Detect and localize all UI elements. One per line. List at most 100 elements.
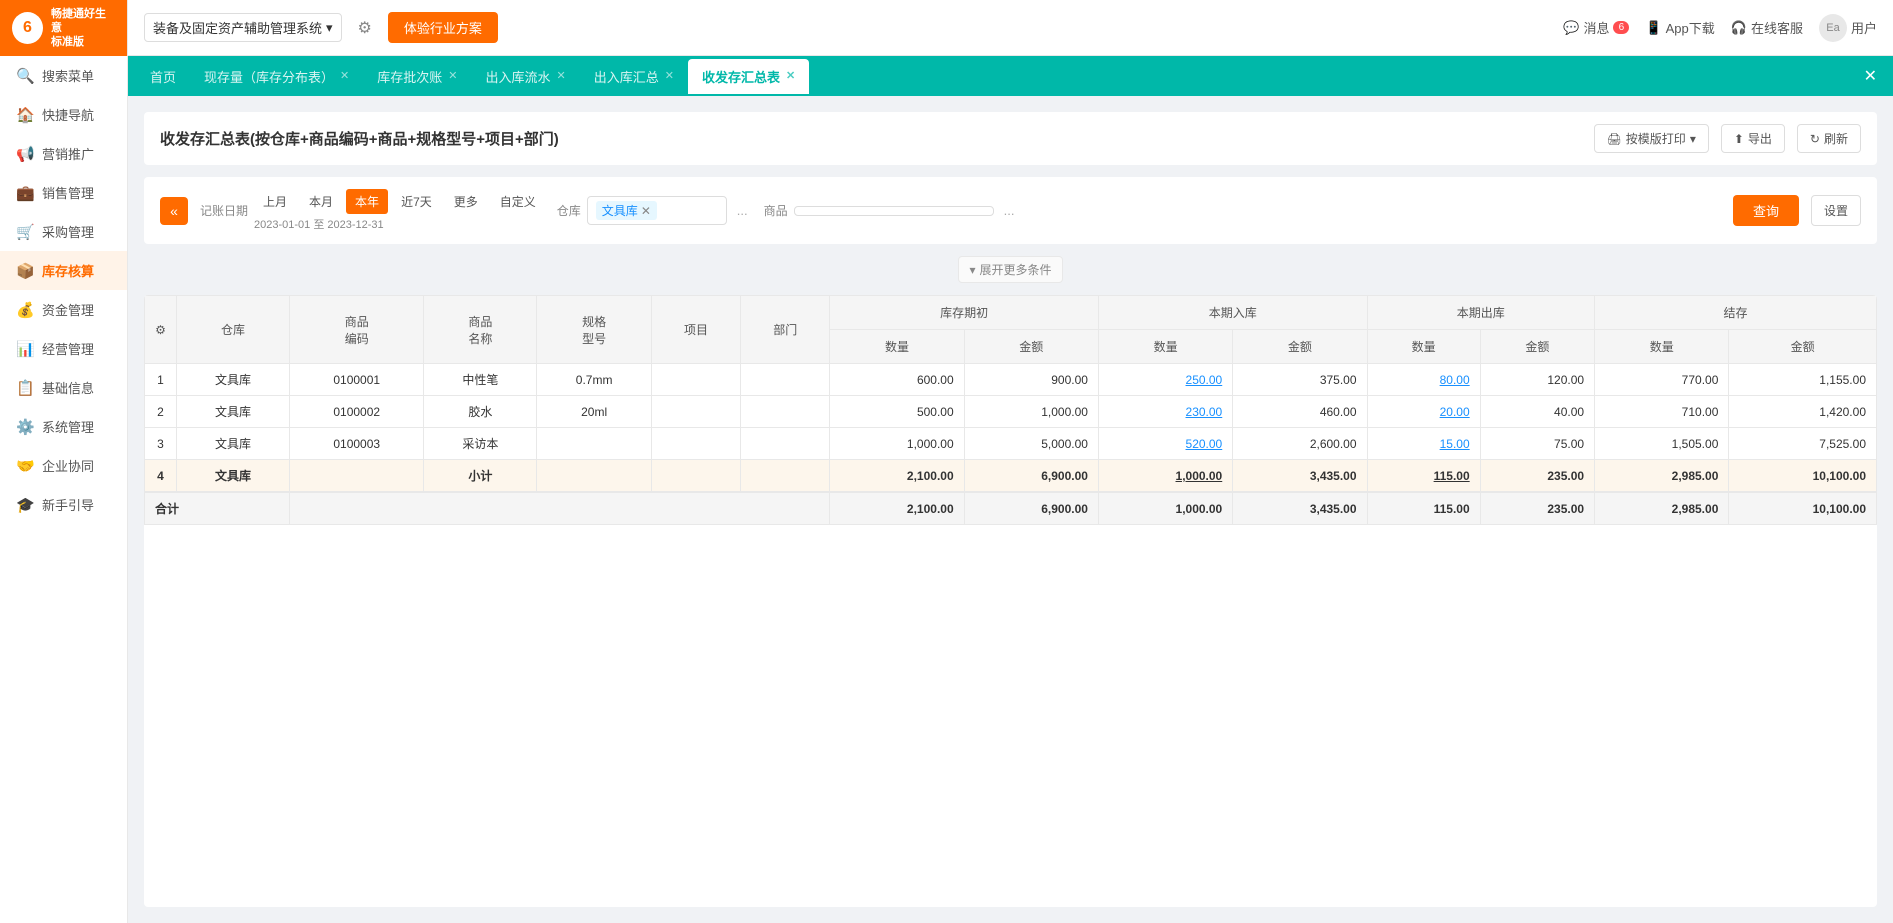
cell-index: 3	[145, 428, 177, 460]
th-in-amt: 金额	[1233, 330, 1367, 364]
topbar-right: 💬 消息 6 📱 App下载 🎧 在线客服 Ea 用户	[1563, 14, 1877, 42]
cell-out-qty[interactable]: 80.00	[1367, 364, 1480, 396]
cell-out-amt: 40.00	[1480, 396, 1594, 428]
tab-收发存汇总表[interactable]: 收发存汇总表 ✕	[688, 59, 809, 94]
tab-bar-close-btn[interactable]: ✕	[1856, 62, 1885, 90]
goods-filter-group: 商品 ...	[764, 202, 1019, 219]
cell-in-qty[interactable]: 520.00	[1098, 428, 1232, 460]
system-name: 装备及固定资产辅助管理系统	[153, 18, 322, 37]
system-selector[interactable]: 装备及固定资产辅助管理系统 ▾	[144, 13, 342, 42]
sidebar-item-经营管理[interactable]: 📊经营管理	[0, 329, 127, 368]
cell-in-amt: 2,600.00	[1233, 428, 1367, 460]
footer-balance-qty: 2,985.00	[1595, 492, 1729, 525]
headset-icon: 🎧	[1731, 20, 1747, 36]
cell-in-amt: 460.00	[1233, 396, 1367, 428]
tab-出入库汇总[interactable]: 出入库汇总 ✕	[580, 59, 688, 94]
app-download-btn[interactable]: 📱 App下载	[1645, 18, 1714, 37]
tab-close-icon[interactable]: ✕	[448, 71, 457, 82]
sidebar-item-资金管理[interactable]: 💰资金管理	[0, 290, 127, 329]
sidebar-item-label: 基础信息	[42, 378, 94, 397]
cell-dept	[741, 364, 830, 396]
sidebar-item-label: 新手引导	[42, 495, 94, 514]
cell-in-amt: 375.00	[1233, 364, 1367, 396]
cell-opening-qty: 2,100.00	[830, 460, 964, 493]
sidebar-item-库存核算[interactable]: 📦库存核算	[0, 251, 127, 290]
table-row: 3 文具库 0100003 采访本 1,000.00 5,000.00 520.…	[145, 428, 1877, 460]
goods-more-dots[interactable]: ...	[1000, 203, 1019, 218]
cell-balance-amt: 1,155.00	[1729, 364, 1877, 396]
tab-label: 现存量（库存分布表）	[204, 67, 334, 86]
try-btn[interactable]: 体验行业方案	[388, 12, 498, 43]
sidebar-icon: 🤝	[16, 457, 34, 475]
tab-现存量（库存分布表）[interactable]: 现存量（库存分布表） ✕	[190, 59, 363, 94]
cell-balance-amt: 1,420.00	[1729, 396, 1877, 428]
goods-label: 商品	[764, 202, 788, 219]
tab-首页[interactable]: 首页	[136, 59, 190, 94]
refresh-btn[interactable]: ↻ 刷新	[1797, 124, 1861, 153]
cell-in-qty[interactable]: 250.00	[1098, 364, 1232, 396]
goods-filter-input[interactable]	[794, 206, 994, 216]
messages-btn[interactable]: 💬 消息 6	[1563, 18, 1629, 37]
cell-out-qty[interactable]: 20.00	[1367, 396, 1480, 428]
date-btn-自定义[interactable]: 自定义	[491, 189, 545, 214]
tab-出入库流水[interactable]: 出入库流水 ✕	[471, 59, 579, 94]
warehouse-tag-close[interactable]: ✕	[641, 204, 651, 218]
message-badge: 6	[1613, 21, 1629, 34]
filter-toggle-btn[interactable]: «	[160, 197, 188, 225]
warehouse-tag: 文具库 ✕	[596, 201, 657, 220]
sidebar-item-企业协同[interactable]: 🤝 企业协同	[0, 446, 127, 485]
warehouse-more-dots[interactable]: ...	[733, 203, 752, 218]
tab-库存批次账[interactable]: 库存批次账 ✕	[363, 59, 471, 94]
cell-code: 0100003	[290, 428, 424, 460]
cell-opening-qty: 600.00	[830, 364, 964, 396]
sidebar-item-label: 库存核算	[42, 261, 94, 280]
data-table-wrap: ⚙ 仓库 商品编码 商品名称 规格型号 项目 部门 库存期初 本期入库 本期出库…	[144, 295, 1877, 907]
th-project: 项目	[651, 296, 740, 364]
sidebar-item-基础信息[interactable]: 📋基础信息	[0, 368, 127, 407]
export-btn[interactable]: ⬆ 导出	[1721, 124, 1785, 153]
sidebar-icon: ⚙️	[16, 418, 34, 436]
sidebar-item-采购管理[interactable]: 🛒采购管理	[0, 212, 127, 251]
tab-close-icon[interactable]: ✕	[665, 71, 674, 82]
print-icon: 🖨	[1607, 132, 1622, 146]
date-btn-上月[interactable]: 上月	[254, 189, 296, 214]
tab-close-icon[interactable]: ✕	[557, 71, 566, 82]
tabs: 首页现存量（库存分布表） ✕库存批次账 ✕出入库流水 ✕出入库汇总 ✕收发存汇总…	[136, 59, 809, 94]
th-opening-amt: 金额	[964, 330, 1098, 364]
date-btn-本年[interactable]: 本年	[346, 189, 388, 214]
sidebar-item-营销推广[interactable]: 📢营销推广	[0, 134, 127, 173]
page-header: 收发存汇总表(按仓库+商品编码+商品+规格型号+项目+部门) 🖨 按模版打印 ▾…	[144, 112, 1877, 165]
th-settings[interactable]: ⚙	[145, 296, 177, 364]
expand-filter-btn[interactable]: ▾ 展开更多条件	[958, 256, 1062, 283]
footer-out-amt: 235.00	[1480, 492, 1594, 525]
online-service-btn[interactable]: 🎧 在线客服	[1731, 18, 1803, 37]
sidebar-item-销售管理[interactable]: 💼销售管理	[0, 173, 127, 212]
tab-close-icon[interactable]: ✕	[786, 71, 795, 82]
sidebar-item-label: 企业协同	[42, 456, 94, 475]
settings-icon[interactable]: ⚙	[358, 18, 372, 38]
cell-out-qty[interactable]: 15.00	[1367, 428, 1480, 460]
cell-index: 2	[145, 396, 177, 428]
filter-bar: « 记账日期 上月本月本年近7天更多自定义 2023-01-01 至 2023-…	[144, 177, 1877, 244]
cell-balance-qty: 2,985.00	[1595, 460, 1729, 493]
setting-btn[interactable]: 设置	[1811, 195, 1861, 226]
tab-close-icon[interactable]: ✕	[340, 71, 349, 82]
th-name: 商品名称	[424, 296, 537, 364]
date-btn-本月[interactable]: 本月	[300, 189, 342, 214]
warehouse-filter-input[interactable]: 文具库 ✕	[587, 196, 727, 225]
chevron-down-icon: ▾	[326, 20, 333, 36]
cell-in-qty[interactable]: 230.00	[1098, 396, 1232, 428]
warehouse-filter-group: 仓库 文具库 ✕ ...	[557, 196, 752, 225]
tab-label: 库存批次账	[377, 67, 442, 86]
user-btn[interactable]: Ea 用户	[1819, 14, 1877, 42]
sidebar-item-系统管理[interactable]: ⚙️系统管理	[0, 407, 127, 446]
print-btn[interactable]: 🖨 按模版打印 ▾	[1594, 124, 1709, 153]
date-btn-更多[interactable]: 更多	[445, 189, 487, 214]
th-dept: 部门	[741, 296, 830, 364]
sidebar-item-新手引导[interactable]: 🎓新手引导	[0, 485, 127, 524]
footer-balance-amt: 10,100.00	[1729, 492, 1877, 525]
query-btn[interactable]: 查询	[1733, 195, 1799, 226]
date-btn-近7天[interactable]: 近7天	[392, 189, 441, 214]
sidebar-item-快捷导航[interactable]: 🏠快捷导航	[0, 95, 127, 134]
sidebar-item-搜索菜单[interactable]: 🔍搜索菜单	[0, 56, 127, 95]
